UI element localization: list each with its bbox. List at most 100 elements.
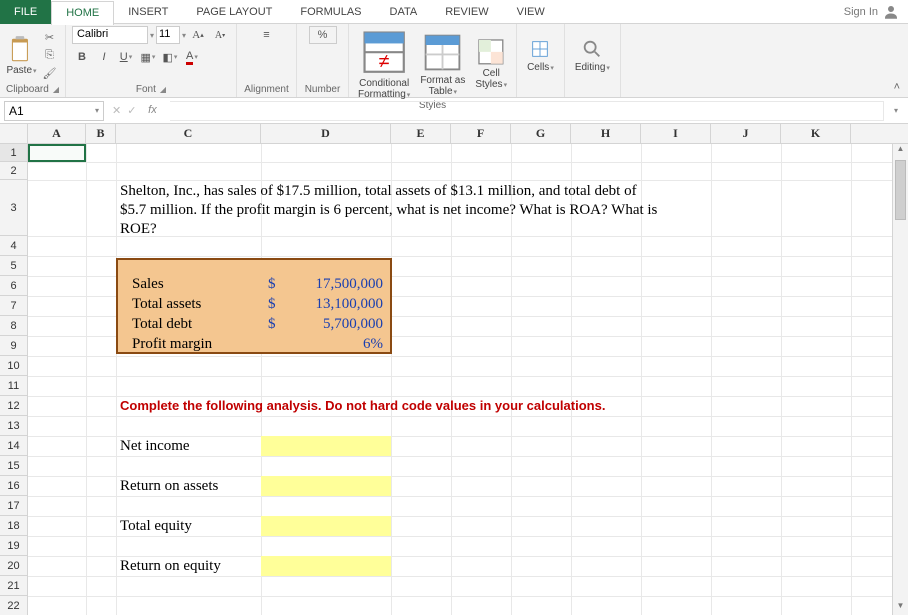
row-header[interactable]: 3 bbox=[0, 180, 27, 236]
dollar-sign: $ bbox=[268, 276, 276, 293]
col-header[interactable]: A bbox=[28, 124, 86, 143]
name-box[interactable]: A1 ▾ bbox=[4, 101, 104, 121]
col-header[interactable]: K bbox=[781, 124, 851, 143]
paste-label: Paste bbox=[6, 65, 36, 76]
row-header[interactable]: 4 bbox=[0, 236, 27, 256]
fx-icon[interactable]: fx bbox=[142, 104, 162, 117]
tab-page-layout[interactable]: PAGE LAYOUT bbox=[182, 0, 286, 24]
row-header[interactable]: 5 bbox=[0, 256, 27, 276]
clipboard-label: Clipboard bbox=[6, 84, 49, 95]
tab-data[interactable]: DATA bbox=[376, 0, 432, 24]
row-header[interactable]: 17 bbox=[0, 496, 27, 516]
row-header[interactable]: 10 bbox=[0, 356, 27, 376]
col-header[interactable]: F bbox=[451, 124, 511, 143]
cell-styles-button[interactable]: Cell Styles bbox=[472, 36, 510, 90]
col-header[interactable]: B bbox=[86, 124, 116, 143]
expand-formula-bar[interactable]: ▾ bbox=[888, 106, 904, 115]
group-number: % Number bbox=[297, 24, 349, 97]
font-name-select[interactable]: Calibri bbox=[72, 26, 148, 44]
row-header[interactable]: 9 bbox=[0, 336, 27, 356]
label-margin: Profit margin bbox=[132, 336, 212, 353]
cell-styles-icon bbox=[475, 36, 507, 68]
scroll-up-icon[interactable]: ▲ bbox=[893, 144, 908, 158]
borders-button[interactable]: ▦ bbox=[138, 48, 158, 66]
paste-icon bbox=[8, 35, 34, 65]
cut-button[interactable]: ✂ bbox=[41, 29, 59, 45]
row-header[interactable]: 15 bbox=[0, 456, 27, 476]
col-header[interactable]: E bbox=[391, 124, 451, 143]
input-roe[interactable] bbox=[261, 556, 391, 576]
copy-icon: ⎘ bbox=[45, 49, 54, 62]
row-header[interactable]: 12 bbox=[0, 396, 27, 416]
row-header[interactable]: 2 bbox=[0, 162, 27, 180]
col-header[interactable]: H bbox=[571, 124, 641, 143]
format-as-table-button[interactable]: Format as Table bbox=[417, 30, 468, 97]
tab-view[interactable]: VIEW bbox=[503, 0, 559, 24]
row-header[interactable]: 14 bbox=[0, 436, 27, 456]
row-header[interactable]: 19 bbox=[0, 536, 27, 556]
font-launcher-icon[interactable]: ◢ bbox=[160, 85, 166, 94]
grow-font-button[interactable]: A▴ bbox=[188, 26, 208, 44]
user-icon bbox=[882, 3, 900, 21]
value-assets: 13,100,000 bbox=[283, 296, 383, 313]
row-header[interactable]: 16 bbox=[0, 476, 27, 496]
cells-button[interactable]: Cells bbox=[523, 36, 558, 75]
row-header[interactable]: 6 bbox=[0, 276, 27, 296]
col-header[interactable]: C bbox=[116, 124, 261, 143]
worksheet-grid: A B C D E F G H I J K 1 2 3 4 5 6 7 8 9 … bbox=[0, 124, 908, 615]
scroll-down-icon[interactable]: ▼ bbox=[893, 601, 908, 615]
vertical-scrollbar[interactable]: ▲ ▼ bbox=[892, 144, 908, 615]
input-total-equity[interactable] bbox=[261, 516, 391, 536]
name-box-value: A1 bbox=[9, 104, 24, 118]
group-clipboard: Paste ✂ ⎘ 🖌 Clipboard ◢ bbox=[0, 24, 66, 97]
select-all-corner[interactable] bbox=[0, 124, 28, 143]
cells-label: Cells bbox=[527, 62, 554, 73]
enter-icon[interactable]: ✓ bbox=[127, 104, 136, 117]
row-header[interactable]: 7 bbox=[0, 296, 27, 316]
cancel-icon[interactable]: ✕ bbox=[112, 104, 121, 117]
input-roa[interactable] bbox=[261, 476, 391, 496]
sign-in[interactable]: Sign In bbox=[836, 1, 908, 23]
font-color-icon: A bbox=[186, 50, 193, 65]
row-header[interactable]: 21 bbox=[0, 576, 27, 596]
copy-button[interactable]: ⎘ bbox=[41, 47, 59, 63]
row-header[interactable]: 1 bbox=[0, 144, 27, 162]
input-net-income[interactable] bbox=[261, 436, 391, 456]
cells-area[interactable]: Shelton, Inc., has sales of $17.5 millio… bbox=[28, 144, 908, 615]
row-header[interactable]: 18 bbox=[0, 516, 27, 536]
tab-formulas[interactable]: FORMULAS bbox=[286, 0, 375, 24]
tab-home[interactable]: HOME bbox=[51, 1, 114, 25]
tab-insert[interactable]: INSERT bbox=[114, 0, 182, 24]
paste-button[interactable]: Paste bbox=[6, 35, 36, 76]
col-header[interactable]: D bbox=[261, 124, 391, 143]
col-header[interactable]: J bbox=[711, 124, 781, 143]
format-painter-button[interactable]: 🖌 bbox=[41, 65, 59, 81]
tab-review[interactable]: REVIEW bbox=[431, 0, 502, 24]
col-header[interactable]: I bbox=[641, 124, 711, 143]
shrink-font-button[interactable]: A▾ bbox=[210, 26, 230, 44]
percent-button[interactable]: % bbox=[309, 26, 337, 44]
value-debt: 5,700,000 bbox=[283, 316, 383, 333]
group-cells: Cells bbox=[517, 24, 565, 97]
conditional-formatting-button[interactable]: ≠ Conditional Formatting bbox=[355, 26, 413, 100]
clipboard-launcher-icon[interactable]: ◢ bbox=[53, 85, 59, 94]
row-header[interactable]: 11 bbox=[0, 376, 27, 396]
tab-file[interactable]: FILE bbox=[0, 0, 51, 24]
collapse-ribbon-button[interactable]: ˄ bbox=[886, 77, 908, 97]
row-header[interactable]: 20 bbox=[0, 556, 27, 576]
row-header[interactable]: 22 bbox=[0, 596, 27, 615]
scrollbar-thumb[interactable] bbox=[895, 160, 906, 220]
underline-button[interactable]: U bbox=[116, 48, 136, 66]
editing-button[interactable]: Editing bbox=[571, 36, 614, 75]
font-size-select[interactable]: 11 bbox=[156, 26, 180, 44]
fill-color-button[interactable]: ◧ bbox=[160, 48, 180, 66]
row-header[interactable]: 8 bbox=[0, 316, 27, 336]
font-color-button[interactable]: A bbox=[182, 48, 202, 66]
bold-button[interactable]: B bbox=[72, 48, 92, 66]
col-header[interactable]: G bbox=[511, 124, 571, 143]
formula-input[interactable] bbox=[170, 101, 884, 121]
align-button[interactable]: ≡ bbox=[257, 26, 277, 44]
italic-button[interactable]: I bbox=[94, 48, 114, 66]
chevron-up-icon: ˄ bbox=[894, 81, 900, 93]
row-header[interactable]: 13 bbox=[0, 416, 27, 436]
